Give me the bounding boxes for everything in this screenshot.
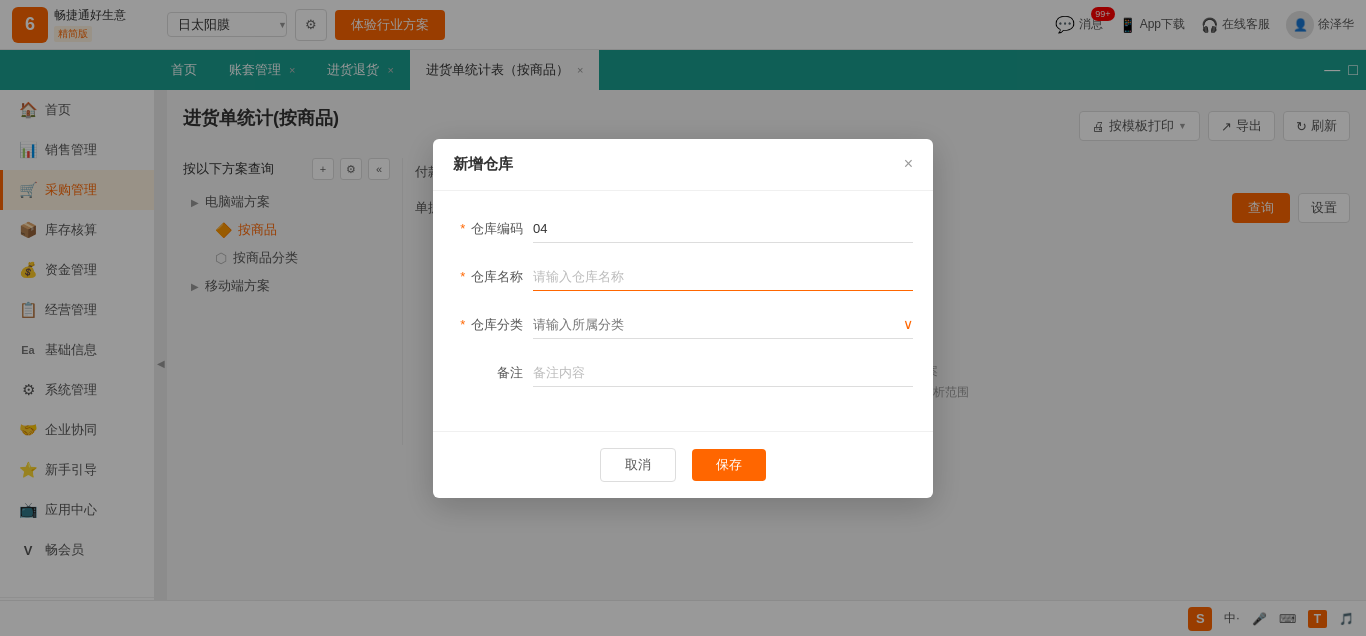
category-select-input[interactable] [533, 311, 903, 338]
form-label-name: * 仓库名称 [453, 268, 533, 286]
modal-overlay[interactable]: 新增仓库 × * 仓库编码 * 仓库名称 [0, 0, 1366, 636]
warehouse-remark-input[interactable] [533, 359, 913, 387]
form-label-remark: 备注 [453, 364, 533, 382]
new-warehouse-modal: 新增仓库 × * 仓库编码 * 仓库名称 [433, 139, 933, 498]
required-mark-name: * [460, 269, 465, 284]
required-mark-code: * [460, 221, 465, 236]
form-row-remark: 备注 [453, 359, 913, 387]
form-label-category: * 仓库分类 [453, 316, 533, 334]
required-mark-category: * [460, 317, 465, 332]
cancel-button[interactable]: 取消 [600, 448, 676, 482]
category-dropdown-icon[interactable]: ∨ [903, 316, 913, 332]
warehouse-name-input[interactable] [533, 263, 913, 291]
modal-body: * 仓库编码 * 仓库名称 * 仓库分类 [433, 191, 933, 431]
warehouse-code-input[interactable] [533, 215, 913, 243]
form-row-name: * 仓库名称 [453, 263, 913, 291]
modal-header: 新增仓库 × [433, 139, 933, 191]
modal-close-button[interactable]: × [904, 155, 913, 173]
category-select-wrap[interactable]: ∨ [533, 311, 913, 339]
form-row-category: * 仓库分类 ∨ [453, 311, 913, 339]
modal-title: 新增仓库 [453, 155, 513, 174]
form-row-code: * 仓库编码 [453, 215, 913, 243]
modal-footer: 取消 保存 [433, 431, 933, 498]
save-button[interactable]: 保存 [692, 449, 766, 481]
form-label-code: * 仓库编码 [453, 220, 533, 238]
